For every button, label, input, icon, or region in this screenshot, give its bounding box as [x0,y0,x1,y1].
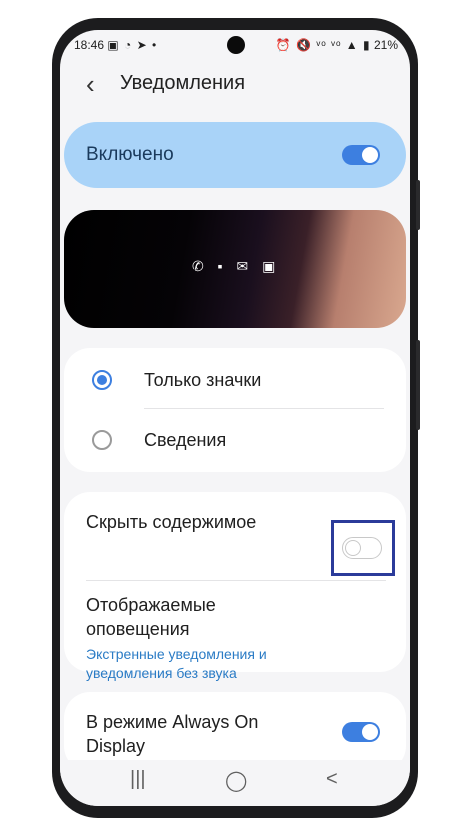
power-button [416,180,420,230]
notification-style-card: Только значки Сведения [64,348,406,472]
status-right: ⏰ 🔇 ᵛᵒ ᵛᵒ ▲ ▮ 21% [276,38,398,52]
screen: 18:46 ▣ ◔ ➤ • ⏰ 🔇 ᵛᵒ ᵛᵒ ▲ ▮ 21% ‹ Уведом… [60,30,410,806]
app-header: ‹ Уведомления [60,66,410,106]
status-left: 18:46 ▣ ◔ ➤ • [74,38,157,52]
option-icons-only[interactable]: Только значки [64,348,406,408]
volume-button [416,340,420,430]
battery-percent: 21% [373,38,398,52]
radio-selected-icon[interactable] [92,370,112,390]
toggle-knob [362,147,378,163]
master-switch-row[interactable]: Включено [64,122,406,188]
shown-notifications-title-line1: Отображаемые [86,595,216,615]
back-arrow-icon[interactable]: ‹ [86,70,95,98]
option-label: Только значки [144,370,262,390]
camera-cutout [227,36,245,54]
content-settings-card: Скрыть содержимое Отображаемые оповещени… [64,492,406,681]
back-icon[interactable]: < [326,768,338,791]
aod-label-line1: В режиме Always On [86,712,259,732]
master-toggle[interactable] [342,145,380,165]
aod-label-line2: Display [86,736,146,756]
highlight-frame [331,520,395,576]
hide-content-label: Скрыть содержимое [86,512,257,532]
option-label: Сведения [144,430,227,450]
aod-toggle[interactable] [342,722,380,742]
toggle-knob [362,724,378,740]
home-icon[interactable]: ◯ [225,768,247,793]
status-time: 18:46 [74,38,105,52]
shown-notifications-subtitle-line2: уведомления без звука [86,665,237,681]
lockscreen-preview: ✆ ▪ ✉ ▣ [64,210,406,328]
notification-icons: ▣ ◔ ➤ • [107,38,158,52]
master-switch-label: Включено [86,144,174,165]
shown-notifications-row[interactable]: Отображаемые оповещения Экстренные уведо… [64,581,406,681]
page-title: Уведомления [120,72,246,94]
shown-notifications-subtitle-line1: Экстренные уведомления и [86,646,267,662]
recent-apps-icon[interactable]: ||| [130,768,146,791]
shown-notifications-title-line2: оповещения [86,619,190,639]
preview-notification-icons: ✆ ▪ ✉ ▣ [192,258,281,274]
option-details[interactable]: Сведения [64,409,406,469]
system-icons: ⏰ 🔇 ᵛᵒ ᵛᵒ ▲ ▮ [275,38,371,52]
radio-unselected-icon[interactable] [92,430,112,450]
navigation-bar: ||| ◯ < [60,760,410,806]
